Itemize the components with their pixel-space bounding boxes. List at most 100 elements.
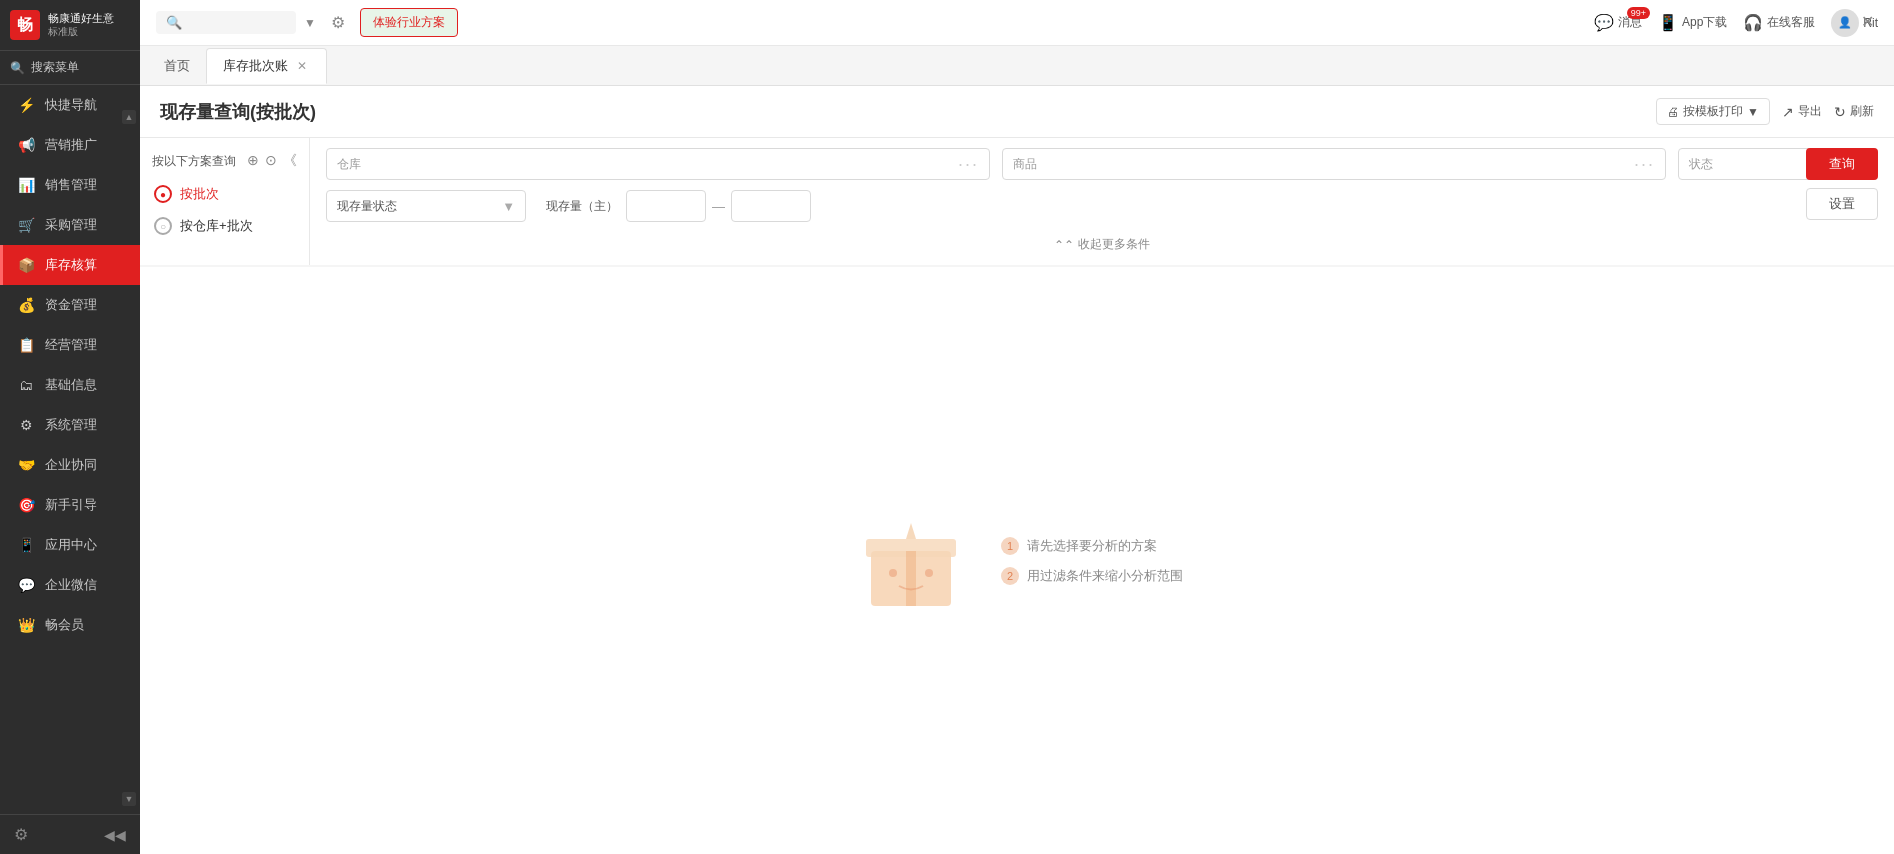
sidebar-item-basic[interactable]: 🗂 基础信息 (0, 365, 140, 405)
sidebar-item-operation[interactable]: 📋 经营管理 (0, 325, 140, 365)
empty-hint-1-text: 请先选择要分析的方案 (1027, 537, 1157, 555)
collapse-sidebar-icon[interactable]: ◀◀ (104, 827, 126, 843)
appstore-icon: 📱 (17, 536, 35, 554)
sidebar-scroll-down[interactable]: ▼ (122, 792, 136, 806)
sidebar-item-label: 基础信息 (45, 376, 97, 394)
sidebar-item-label: 快捷导航 (45, 96, 97, 114)
query-button[interactable]: 查询 (1806, 148, 1878, 180)
inventory-qty-max-input[interactable] (731, 190, 811, 222)
sidebar-subtitle: 标准版 (48, 25, 114, 39)
print-btn[interactable]: 🖨 按模板打印 ▼ (1656, 98, 1770, 125)
user-avatar: 👤 (1831, 9, 1859, 37)
filter-sidebar-icons: ⊕ ⊙ 《 (247, 152, 297, 170)
page-title: 现存量查询(按批次) (160, 100, 316, 124)
printer-icon: 🖨 (1667, 105, 1679, 119)
topbar-search-icon: 🔍 (166, 15, 182, 30)
schema-batch-icon: ● (154, 185, 172, 203)
collapse-more-label: 收起更多条件 (1078, 236, 1150, 253)
schema-batch[interactable]: ● 按批次 (140, 178, 309, 210)
wechat-icon: 💬 (17, 576, 35, 594)
online-support-label: 在线客服 (1767, 14, 1815, 31)
system-icon: ⚙ (17, 416, 35, 434)
inventory-qty-range: — (626, 190, 811, 222)
sidebar-footer: ⚙ ◀◀ (0, 814, 140, 854)
support-icon: 🎧 (1743, 13, 1763, 32)
operation-icon: 📋 (17, 336, 35, 354)
empty-text: 1 请先选择要分析的方案 2 用过滤条件来缩小分析范围 (1001, 537, 1183, 585)
sidebar-item-shortcut[interactable]: ⚡ 快捷导航 (0, 85, 140, 125)
product-dots: ··· (1634, 154, 1655, 175)
sidebar-search[interactable]: 🔍 搜索菜单 (0, 51, 140, 85)
svg-point-3 (889, 569, 897, 577)
newbie-icon: 🎯 (17, 496, 35, 514)
trial-btn[interactable]: 体验行业方案 (360, 8, 458, 37)
topbar-search-input[interactable] (188, 16, 288, 30)
collapse-up-icon: ⌃⌃ (1054, 238, 1074, 252)
export-btn[interactable]: ↗ 导出 (1782, 103, 1822, 120)
sidebar-item-member[interactable]: 👑 畅会员 (0, 605, 140, 645)
inventory-qty-min-input[interactable] (626, 190, 706, 222)
sidebar-item-label: 采购管理 (45, 216, 97, 234)
sidebar-item-label: 资金管理 (45, 296, 97, 314)
tab-home[interactable]: 首页 (148, 48, 206, 84)
filter-area: 按以下方案查询 ⊕ ⊙ 《 ● 按批次 ○ 按仓库+批次 (140, 138, 1894, 265)
app-download-icon: 📱 (1658, 13, 1678, 32)
schema-warehouse-batch-label: 按仓库+批次 (180, 217, 253, 235)
sidebar-scroll-up[interactable]: ▲ (122, 110, 136, 124)
avatar-icon: 👤 (1838, 16, 1852, 29)
sidebar-item-sales[interactable]: 📊 销售管理 (0, 165, 140, 205)
sidebar-item-purchase[interactable]: 🛒 采购管理 (0, 205, 140, 245)
filter-sidebar-header: 按以下方案查询 ⊕ ⊙ 《 (140, 148, 309, 178)
tab-inventory-batch[interactable]: 库存批次账 ✕ (206, 48, 327, 84)
sidebar-item-marketing[interactable]: 📢 营销推广 (0, 125, 140, 165)
schema-warehouse-batch[interactable]: ○ 按仓库+批次 (140, 210, 309, 242)
product-input[interactable]: 商品 ··· (1002, 148, 1666, 180)
inventory-icon: 📦 (17, 256, 35, 274)
inventory-status-select[interactable]: 现存量状态 ▼ (326, 190, 526, 222)
sidebar-item-finance[interactable]: 💰 资金管理 (0, 285, 140, 325)
add-schema-icon[interactable]: ⊕ (247, 152, 259, 170)
sidebar-item-appstore[interactable]: 📱 应用中心 (0, 525, 140, 565)
sidebar-item-newbie[interactable]: 🎯 新手引导 (0, 485, 140, 525)
filter-sidebar-title: 按以下方案查询 (152, 153, 236, 170)
topbar-settings-icon[interactable]: ⚙ (324, 9, 352, 37)
collapse-more-btn[interactable]: ⌃⌃ 收起更多条件 (326, 230, 1878, 255)
refresh-btn[interactable]: ↻ 刷新 (1834, 103, 1874, 120)
warehouse-input[interactable]: 仓库 ··· (326, 148, 990, 180)
online-support-btn[interactable]: 🎧 在线客服 (1743, 13, 1815, 32)
filter-sidebar: 按以下方案查询 ⊕ ⊙ 《 ● 按批次 ○ 按仓库+批次 (140, 138, 310, 265)
topbar-dropdown-arrow[interactable]: ▼ (304, 16, 316, 30)
empty-hint-2: 2 用过滤条件来缩小分析范围 (1001, 567, 1183, 585)
member-icon: 👑 (17, 616, 35, 634)
config-schema-icon[interactable]: ⊙ (265, 152, 277, 170)
sidebar-item-label: 经营管理 (45, 336, 97, 354)
sidebar-item-label: 销售管理 (45, 176, 97, 194)
empty-illustration (851, 501, 971, 621)
export-icon: ↗ (1782, 104, 1794, 120)
inventory-status-label: 现存量状态 (337, 198, 397, 215)
sidebar-item-wechat[interactable]: 💬 企业微信 (0, 565, 140, 605)
app-download-btn[interactable]: 📱 App下载 (1658, 13, 1727, 32)
sidebar-item-system[interactable]: ⚙ 系统管理 (0, 405, 140, 445)
product-field: 商品 ··· (1002, 148, 1666, 180)
filter-row-1: 仓库 ··· 商品 ··· 状态 ▼ (326, 148, 1878, 180)
collapse-filter-icon[interactable]: 《 (283, 152, 297, 170)
settings-footer-icon[interactable]: ⚙ (14, 825, 28, 844)
messages-btn[interactable]: 💬 消息 99+ (1594, 13, 1642, 32)
panel-close-btn[interactable]: ✕ (1861, 12, 1874, 31)
sales-icon: 📊 (17, 176, 35, 194)
tab-close-btn[interactable]: ✕ (294, 58, 310, 74)
tab-home-label: 首页 (164, 57, 190, 75)
settings-button[interactable]: 设置 (1806, 188, 1878, 220)
sidebar-item-inventory[interactable]: 📦 库存核算 (0, 245, 140, 285)
sidebar-item-label: 库存核算 (45, 256, 97, 274)
svg-rect-2 (906, 551, 916, 606)
sidebar-item-label: 企业协同 (45, 456, 97, 474)
print-label: 按模板打印 (1683, 103, 1743, 120)
sidebar-item-enterprise[interactable]: 🤝 企业协同 (0, 445, 140, 485)
sidebar-logo: 畅 (10, 10, 40, 40)
sidebar-item-label: 应用中心 (45, 536, 97, 554)
svg-point-4 (925, 569, 933, 577)
messages-badge: 99+ (1627, 7, 1650, 19)
inventory-status-field: 现存量状态 ▼ (326, 190, 526, 222)
